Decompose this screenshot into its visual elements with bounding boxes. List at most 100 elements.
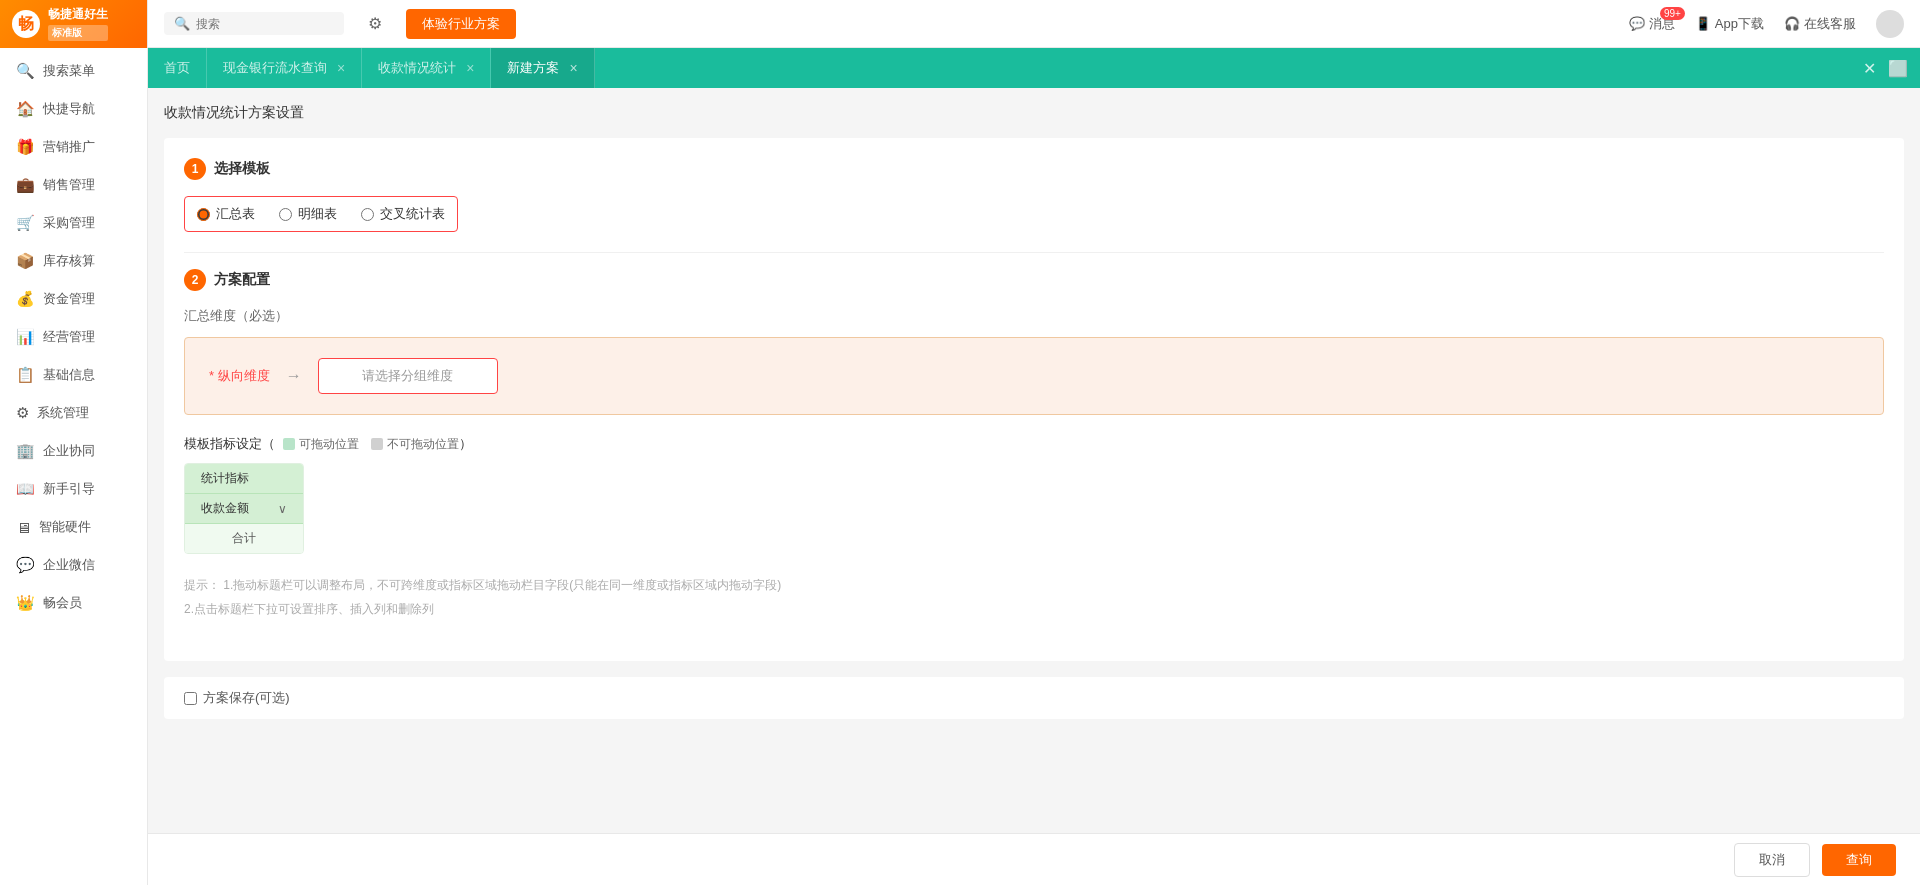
edition-badge: 标准版: [48, 25, 108, 41]
query-button[interactable]: 查询: [1822, 844, 1896, 876]
download-icon: 📱: [1695, 16, 1711, 31]
logo-icon: 畅: [12, 10, 40, 38]
radio-summary-input[interactable]: [197, 208, 210, 221]
radio-detail[interactable]: 明细表: [279, 205, 337, 223]
tip-1: 提示： 1.拖动标题栏可以调整布局，不可跨维度或指标区域拖动栏目字段(只能在同一…: [184, 573, 1884, 597]
sidebar-icon-enterprise: 🏢: [16, 442, 35, 460]
radio-cross[interactable]: 交叉统计表: [361, 205, 445, 223]
dimension-row: * 纵向维度 → 请选择分组维度: [209, 358, 1859, 394]
sidebar-label-sales: 销售管理: [43, 176, 95, 194]
sidebar-logo: 畅 畅捷通好生 标准版: [0, 0, 147, 48]
drag-dot-icon: [283, 438, 295, 450]
tabs-bar: 首页 现金银行流水查询 × 收款情况统计 × 新建方案 × ✕ ⬜: [148, 48, 1920, 88]
vertical-dim-label: * 纵向维度: [209, 367, 270, 385]
download-btn[interactable]: 📱 App下载: [1695, 15, 1764, 33]
sidebar-icon-guide: 📖: [16, 480, 35, 498]
metric-row-0[interactable]: 收款金额 ∨: [185, 494, 303, 524]
sidebar-item-guide[interactable]: 📖 新手引导: [0, 470, 147, 508]
service-btn[interactable]: 🎧 在线客服: [1784, 15, 1856, 33]
step1-section: 1 选择模板 汇总表 明细表 交叉统计表: [184, 158, 1884, 232]
tabs-actions: ✕ ⬜: [1851, 48, 1920, 88]
sidebar-item-hardware[interactable]: 🖥 智能硬件: [0, 508, 147, 546]
step2-num: 2: [184, 269, 206, 291]
step2-header: 2 方案配置: [184, 269, 1884, 291]
close-window-icon[interactable]: ✕: [1863, 59, 1876, 78]
page-title: 收款情况统计方案设置: [164, 104, 1904, 122]
dimension-select[interactable]: 请选择分组维度: [318, 358, 498, 394]
metric-label-1: 合计: [232, 531, 256, 545]
save-label[interactable]: 方案保存(可选): [203, 689, 290, 707]
sidebar-menu: 🔍 搜索菜单 🏠 快捷导航 🎁 营销推广 💼 销售管理 🛒 采购管理 📦 库存核…: [0, 48, 147, 885]
tab-receipt-close[interactable]: ×: [466, 60, 474, 76]
sidebar-item-basic-info[interactable]: 📋 基础信息: [0, 356, 147, 394]
sidebar-item-operations[interactable]: 📊 经营管理: [0, 318, 147, 356]
save-option: 方案保存(可选): [184, 689, 1884, 707]
radio-summary-label[interactable]: 汇总表: [216, 205, 255, 223]
config-card: 1 选择模板 汇总表 明细表 交叉统计表: [164, 138, 1904, 661]
sidebar-label-member: 畅会员: [43, 594, 82, 612]
sidebar-item-system[interactable]: ⚙ 系统管理: [0, 394, 147, 432]
divider1: [184, 252, 1884, 253]
radio-cross-label[interactable]: 交叉统计表: [380, 205, 445, 223]
tab-new-plan[interactable]: 新建方案 ×: [491, 48, 594, 88]
message-icon: 💬: [1629, 16, 1645, 31]
cancel-button[interactable]: 取消: [1734, 843, 1810, 877]
sidebar-icon-inventory: 📦: [16, 252, 35, 270]
search-input[interactable]: [196, 17, 334, 31]
service-label: 在线客服: [1804, 15, 1856, 33]
radio-cross-input[interactable]: [361, 208, 374, 221]
tab-home[interactable]: 首页: [148, 48, 207, 88]
sidebar-icon-marketing: 🎁: [16, 138, 35, 156]
user-avatar[interactable]: [1876, 10, 1904, 38]
tab-new-plan-close[interactable]: ×: [569, 60, 577, 76]
sidebar-item-member[interactable]: 👑 畅会员: [0, 584, 147, 622]
nodrag-label: 不可拖动位置: [387, 436, 459, 453]
search-icon: 🔍: [174, 16, 190, 31]
radio-detail-label[interactable]: 明细表: [298, 205, 337, 223]
save-checkbox[interactable]: [184, 692, 197, 705]
sidebar-icon-search: 🔍: [16, 62, 35, 80]
sidebar-label-search: 搜索菜单: [43, 62, 95, 80]
tab-cashflow[interactable]: 现金银行流水查询 ×: [207, 48, 362, 88]
legend-draggable: 可拖动位置: [283, 436, 359, 453]
sidebar-item-finance[interactable]: 💰 资金管理: [0, 280, 147, 318]
gear-icon[interactable]: ⚙: [360, 9, 390, 39]
tab-home-label: 首页: [164, 59, 190, 77]
draggable-label: 可拖动位置: [299, 436, 359, 453]
metrics-config: 模板指标设定（ 可拖动位置 不可拖动位置 ）: [184, 435, 1884, 557]
sidebar-item-purchase[interactable]: 🛒 采购管理: [0, 204, 147, 242]
sidebar-item-search[interactable]: 🔍 搜索菜单: [0, 52, 147, 90]
sidebar-item-marketing[interactable]: 🎁 营销推广: [0, 128, 147, 166]
expand-window-icon[interactable]: ⬜: [1888, 59, 1908, 78]
industry-btn[interactable]: 体验行业方案: [406, 9, 516, 39]
radio-detail-input[interactable]: [279, 208, 292, 221]
service-icon: 🎧: [1784, 16, 1800, 31]
page-content: 收款情况统计方案设置 1 选择模板 汇总表 明细表: [148, 88, 1920, 833]
step1-title: 选择模板: [214, 160, 270, 178]
radio-summary[interactable]: 汇总表: [197, 205, 255, 223]
sidebar-label-wechat: 企业微信: [43, 556, 95, 574]
metrics-table-header: 统计指标: [185, 464, 303, 494]
tab-cashflow-label: 现金银行流水查询: [223, 59, 327, 77]
search-box[interactable]: 🔍: [164, 12, 344, 35]
sidebar-item-inventory[interactable]: 📦 库存核算: [0, 242, 147, 280]
sidebar-icon-operations: 📊: [16, 328, 35, 346]
logo-text: 畅捷通好生: [48, 7, 108, 23]
sidebar-item-enterprise[interactable]: 🏢 企业协同: [0, 432, 147, 470]
sidebar-item-wechat[interactable]: 💬 企业微信: [0, 546, 147, 584]
message-badge: 99+: [1660, 7, 1685, 20]
sidebar-item-sales[interactable]: 💼 销售管理: [0, 166, 147, 204]
tab-receipt[interactable]: 收款情况统计 ×: [362, 48, 491, 88]
metric-chevron-0[interactable]: ∨: [278, 502, 287, 516]
nodrag-dot-icon: [371, 438, 383, 450]
sidebar-icon-member: 👑: [16, 594, 35, 612]
sidebar-icon-finance: 💰: [16, 290, 35, 308]
sidebar-item-quick-nav[interactable]: 🏠 快捷导航: [0, 90, 147, 128]
header-right: 💬 消息 99+ 📱 App下载 🎧 在线客服: [1629, 10, 1904, 38]
sidebar: 畅 畅捷通好生 标准版 🔍 搜索菜单 🏠 快捷导航 🎁 营销推广 💼 销售管理 …: [0, 0, 148, 885]
message-btn[interactable]: 💬 消息 99+: [1629, 15, 1675, 33]
tip-2: 2.点击标题栏下拉可设置排序、插入列和删除列: [184, 597, 1884, 621]
tab-cashflow-close[interactable]: ×: [337, 60, 345, 76]
step1-num: 1: [184, 158, 206, 180]
metric-label-0: 收款金额: [201, 500, 249, 517]
